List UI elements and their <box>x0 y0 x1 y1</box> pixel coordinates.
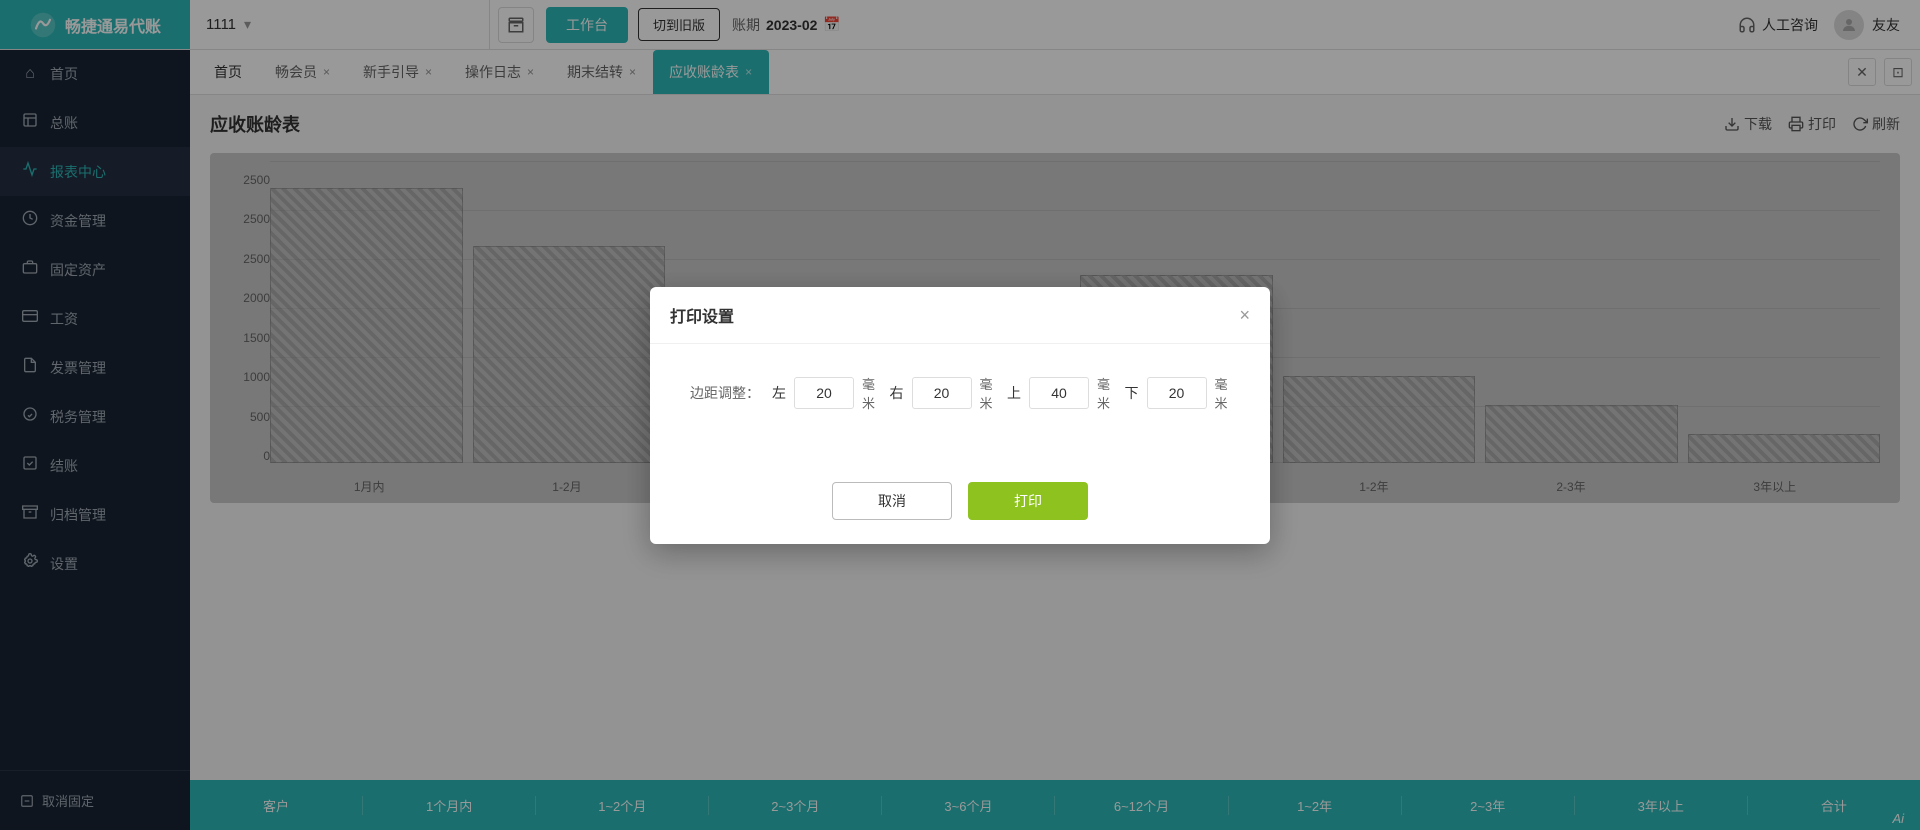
dialog-overlay[interactable]: 打印设置 × 边距调整： 左 毫米 右 毫米 上 毫米 <box>0 0 1920 830</box>
dialog-close-button[interactable]: × <box>1239 306 1250 324</box>
left-unit: 毫米 <box>862 374 878 412</box>
margin-right-group: 右 毫米 <box>890 374 996 412</box>
dialog-title: 打印设置 <box>670 303 734 327</box>
margin-adjust-label: 边距调整： <box>690 383 760 403</box>
margin-top-group: 上 毫米 <box>1007 374 1113 412</box>
right-input[interactable] <box>912 377 972 409</box>
dialog-footer: 取消 打印 <box>650 472 1270 544</box>
top-unit: 毫米 <box>1097 374 1113 412</box>
dialog-body: 边距调整： 左 毫米 右 毫米 上 毫米 下 <box>650 344 1270 472</box>
top-input[interactable] <box>1029 377 1089 409</box>
right-unit: 毫米 <box>980 374 996 412</box>
margin-row: 边距调整： 左 毫米 右 毫米 上 毫米 下 <box>690 374 1230 412</box>
margin-left-group: 左 毫米 <box>772 374 878 412</box>
left-label: 左 <box>772 383 786 403</box>
margin-bottom-group: 下 毫米 <box>1125 374 1231 412</box>
bottom-unit: 毫米 <box>1215 374 1231 412</box>
left-input[interactable] <box>794 377 854 409</box>
top-label: 上 <box>1007 383 1021 403</box>
dialog-header: 打印设置 × <box>650 287 1270 344</box>
bottom-input[interactable] <box>1147 377 1207 409</box>
right-label: 右 <box>890 383 904 403</box>
bottom-label: 下 <box>1125 383 1139 403</box>
cancel-button[interactable]: 取消 <box>832 482 952 520</box>
print-settings-dialog: 打印设置 × 边距调整： 左 毫米 右 毫米 上 毫米 <box>650 287 1270 544</box>
confirm-print-button[interactable]: 打印 <box>968 482 1088 520</box>
